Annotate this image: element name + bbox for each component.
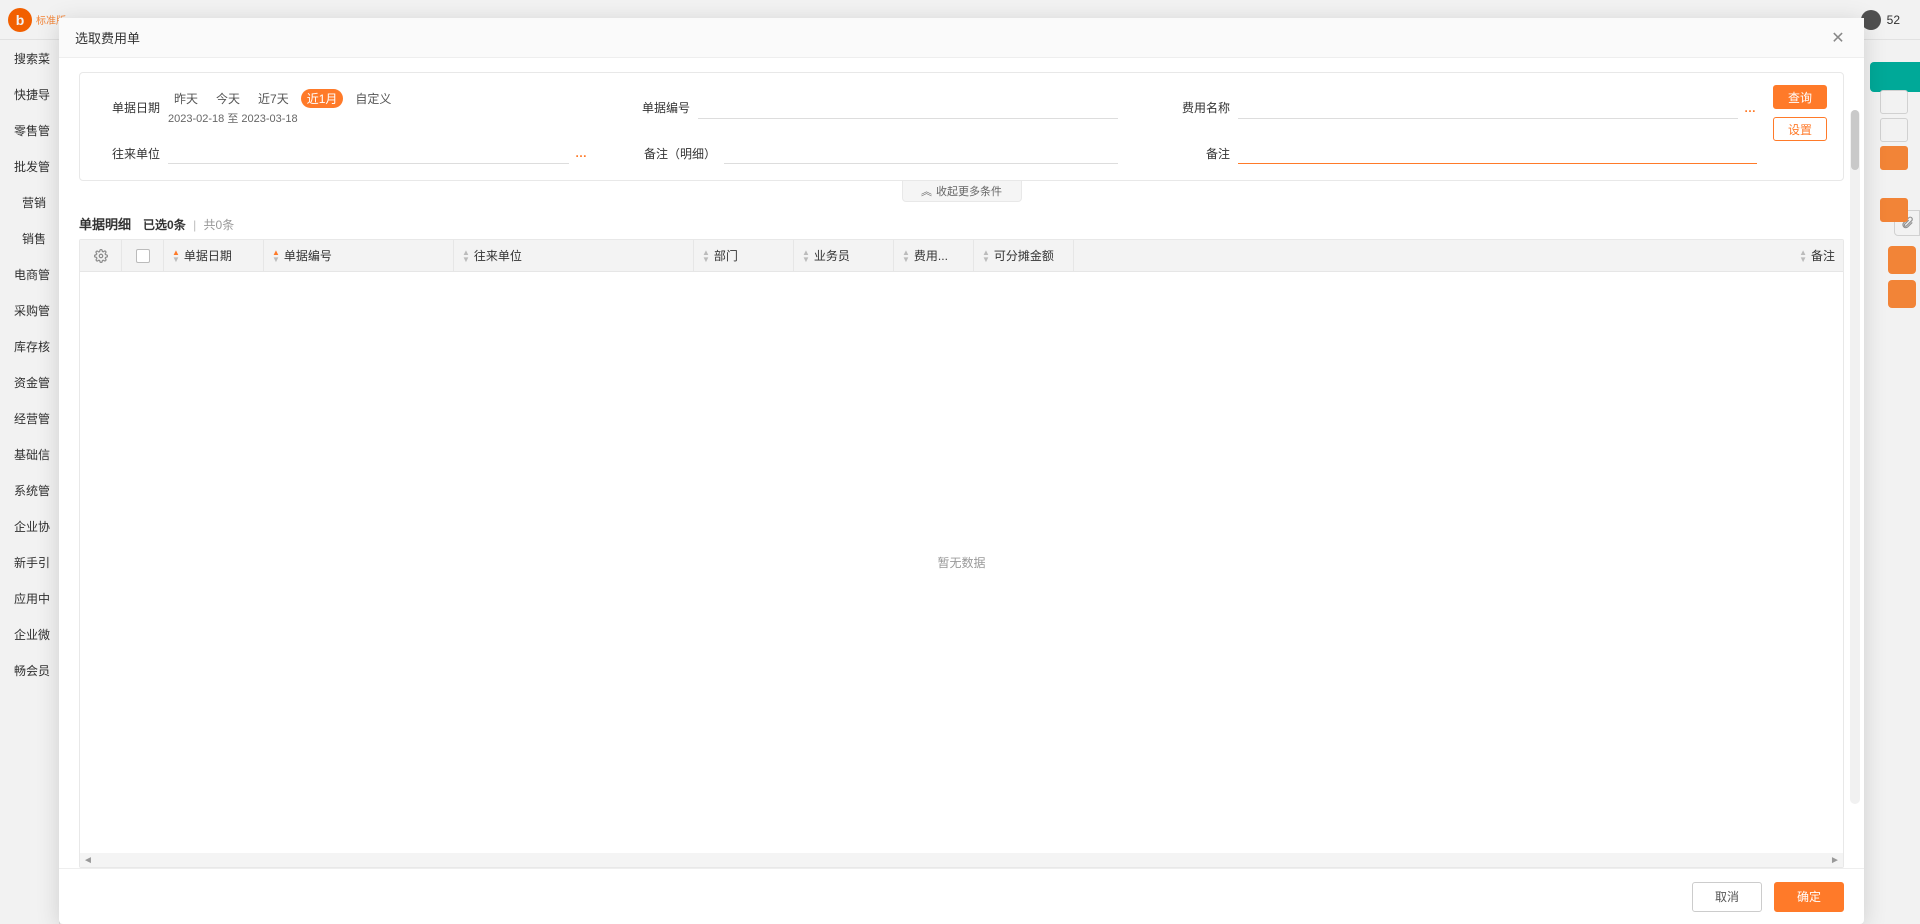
filter-actions: 查询 设置	[1773, 85, 1827, 141]
section-header: 单据明细 已选0条 | 共0条	[79, 214, 1844, 233]
chevron-up-icon: ︽	[921, 183, 932, 199]
filter-partner: 往来单位 …	[96, 142, 626, 164]
remark-input[interactable]	[1238, 142, 1757, 164]
col-dept[interactable]: ▲▼ 部门	[694, 240, 794, 271]
close-icon[interactable]: ✕	[1828, 28, 1848, 48]
col-partner[interactable]: ▲▼ 往来单位	[454, 240, 694, 271]
scroll-right-icon[interactable]: ►	[1829, 855, 1841, 865]
vertical-scrollbar[interactable]	[1850, 110, 1860, 804]
gear-icon	[94, 249, 108, 263]
results-table: ▲▼ 单据日期 ▲▼ 单据编号 ▲▼ 往来单位 ▲▼ 部门 ▲▼ 业务员	[79, 239, 1844, 868]
filter-label: 备注（明细）	[626, 145, 716, 162]
table-empty-state: 暂无数据	[80, 272, 1843, 853]
scroll-thumb[interactable]	[1851, 110, 1859, 170]
date-range-text: 2023-02-18 至 2023-03-18	[168, 110, 397, 126]
date-opt-yesterday[interactable]: 昨天	[168, 89, 204, 108]
settings-button[interactable]: 设置	[1773, 117, 1827, 141]
modal-body: 单据日期 昨天 今天 近7天 近1月 自定义 2023-02-18 至 2023…	[59, 58, 1864, 868]
fee-name-input[interactable]	[1238, 97, 1738, 119]
date-opt-1m[interactable]: 近1月	[301, 89, 344, 108]
select-fee-modal: 选取费用单 ✕ 单据日期 昨天 今天 近7天 近1月 自定义	[59, 18, 1864, 924]
horizontal-scrollbar[interactable]: ◄ ►	[80, 853, 1843, 867]
date-opt-today[interactable]: 今天	[210, 89, 246, 108]
filter-doc-date: 单据日期 昨天 今天 近7天 近1月 自定义 2023-02-18 至 2023…	[96, 89, 626, 126]
filter-panel: 单据日期 昨天 今天 近7天 近1月 自定义 2023-02-18 至 2023…	[79, 72, 1844, 181]
section-title: 单据明细	[79, 214, 131, 233]
filter-doc-no: 单据编号	[626, 89, 1166, 126]
filter-label: 往来单位	[96, 145, 160, 162]
filter-remark-detail: 备注（明细）	[626, 142, 1166, 164]
filter-label: 费用名称	[1166, 99, 1230, 116]
scroll-left-icon[interactable]: ◄	[82, 855, 94, 865]
column-config-button[interactable]	[80, 240, 122, 271]
col-doc-date[interactable]: ▲▼ 单据日期	[164, 240, 264, 271]
selection-stats: 已选0条 | 共0条	[143, 216, 234, 233]
cancel-button[interactable]: 取消	[1692, 882, 1762, 912]
filter-label: 单据日期	[96, 99, 160, 116]
table-header: ▲▼ 单据日期 ▲▼ 单据编号 ▲▼ 往来单位 ▲▼ 部门 ▲▼ 业务员	[80, 240, 1843, 272]
filter-label: 备注	[1166, 145, 1230, 162]
col-fee[interactable]: ▲▼ 费用...	[894, 240, 974, 271]
filter-fee-name: 费用名称 …	[1166, 89, 1827, 126]
doc-no-input[interactable]	[698, 97, 1118, 119]
modal-header: 选取费用单 ✕	[59, 18, 1864, 58]
col-salesperson[interactable]: ▲▼ 业务员	[794, 240, 894, 271]
col-allocatable-amount[interactable]: ▲▼ 可分摊金额	[974, 240, 1074, 271]
fee-name-picker-icon[interactable]: …	[1744, 101, 1757, 115]
modal-title: 选取费用单	[75, 28, 140, 47]
remark-detail-input[interactable]	[724, 142, 1118, 164]
collapse-label: 收起更多条件	[936, 183, 1002, 199]
col-doc-no[interactable]: ▲▼ 单据编号	[264, 240, 454, 271]
date-quick-options: 昨天 今天 近7天 近1月 自定义	[168, 89, 397, 108]
date-opt-7d[interactable]: 近7天	[252, 89, 295, 108]
query-button[interactable]: 查询	[1773, 85, 1827, 109]
collapse-filters-button[interactable]: ︽ 收起更多条件	[902, 180, 1022, 202]
confirm-button[interactable]: 确定	[1774, 882, 1844, 912]
select-all-checkbox[interactable]	[136, 249, 150, 263]
filter-label: 单据编号	[626, 99, 690, 116]
col-remark[interactable]: ▲▼ 备注	[1074, 240, 1843, 271]
partner-picker-icon[interactable]: …	[575, 146, 588, 160]
select-all-cell[interactable]	[122, 240, 164, 271]
date-opt-custom[interactable]: 自定义	[349, 89, 397, 108]
filter-remark: 备注	[1166, 142, 1827, 164]
modal-footer: 取消 确定	[59, 868, 1864, 924]
partner-input[interactable]	[168, 142, 569, 164]
